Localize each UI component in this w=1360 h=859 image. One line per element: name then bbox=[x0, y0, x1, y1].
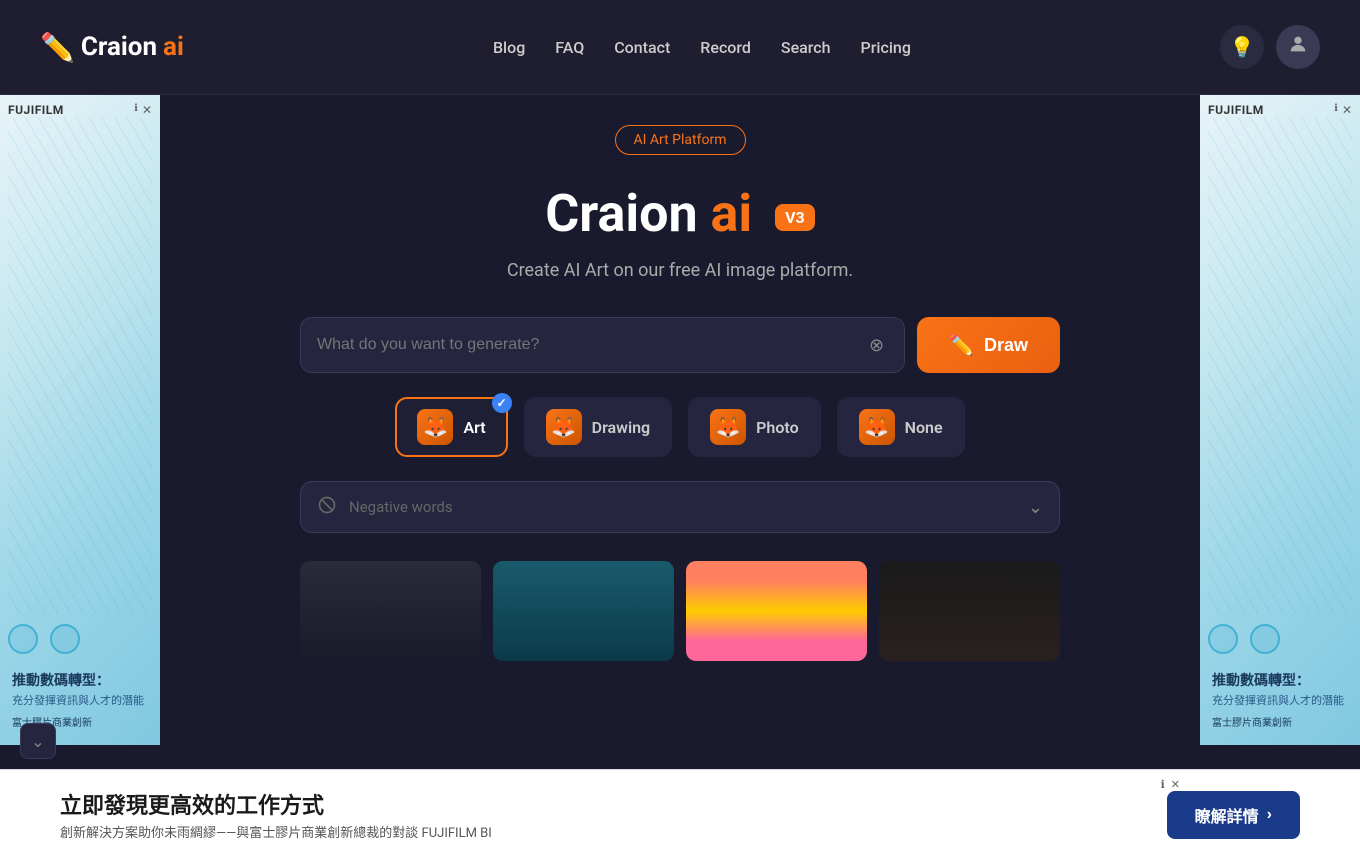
style-pills: 🦊 Art ✓ 🦊 Drawing 🦊 Photo 🦊 None bbox=[395, 397, 964, 457]
negative-expand-button[interactable]: ⌄ bbox=[1028, 497, 1043, 518]
none-icon: 🦊 bbox=[859, 409, 895, 445]
left-ad-panel: FUJIFILM ℹ ✕ 推動數碼轉型： 充分發揮資訊與人才的潛能 富士膠片商業… bbox=[0, 95, 160, 745]
nav-blog[interactable]: Blog bbox=[493, 38, 525, 57]
style-none[interactable]: 🦊 None bbox=[837, 397, 965, 457]
logo[interactable]: ✏️ Craion ai bbox=[40, 31, 184, 64]
chevron-down-icon: ⌄ bbox=[31, 732, 44, 751]
gallery-thumb-4[interactable] bbox=[879, 561, 1060, 661]
negative-words-row: Negative words ⌄ bbox=[300, 481, 1060, 533]
search-input-wrapper: ⊗ bbox=[300, 317, 905, 373]
art-check-badge: ✓ bbox=[492, 393, 512, 413]
left-ad-circle-1 bbox=[8, 624, 38, 654]
logo-text-craion: Craion bbox=[81, 32, 157, 62]
left-ad-brand: FUJIFILM bbox=[8, 103, 64, 117]
bottom-ad-cta-button[interactable]: 瞭解詳情 › bbox=[1167, 791, 1300, 839]
main-content: FUJIFILM ℹ ✕ 推動數碼轉型： 充分發揮資訊與人才的潛能 富士膠片商業… bbox=[0, 95, 1360, 745]
generate-input[interactable] bbox=[317, 336, 865, 354]
drawing-icon: 🦊 bbox=[546, 409, 582, 445]
style-none-label: None bbox=[905, 418, 943, 437]
right-ad-info-icon[interactable]: ℹ bbox=[1334, 103, 1338, 117]
nav-record[interactable]: Record bbox=[700, 38, 751, 57]
title-word-ai: ai bbox=[711, 183, 753, 244]
platform-badge: AI Art Platform bbox=[615, 125, 746, 155]
gallery-thumb-2[interactable] bbox=[493, 561, 674, 661]
style-photo-label: Photo bbox=[756, 418, 798, 437]
logo-text-ai: ai bbox=[163, 32, 184, 62]
left-ad-subtext: 充分發揮資訊與人才的潛能 bbox=[12, 694, 144, 708]
draw-button[interactable]: ✏️ Draw bbox=[917, 317, 1060, 373]
gallery-thumb-3[interactable] bbox=[686, 561, 867, 661]
left-ad-circle-2 bbox=[50, 624, 80, 654]
right-ad-headline: 推動數碼轉型： bbox=[1212, 672, 1344, 690]
left-ad-info-icon[interactable]: ℹ bbox=[134, 103, 138, 117]
user-icon bbox=[1287, 33, 1309, 61]
bottom-ad-cta-label: 瞭解詳情 bbox=[1195, 803, 1259, 827]
right-ad-close[interactable]: ✕ bbox=[1342, 103, 1352, 117]
logo-icon: ✏️ bbox=[40, 31, 75, 64]
bottom-ad-left: 立即發現更高效的工作方式 創新解決方案助你未雨綢繆——與富士膠片商業創新總裁的對… bbox=[60, 788, 1167, 841]
lightbulb-icon: 💡 bbox=[1230, 35, 1255, 60]
style-photo[interactable]: 🦊 Photo bbox=[688, 397, 820, 457]
clear-icon: ⊗ bbox=[869, 335, 884, 355]
photo-icon: 🦊 bbox=[710, 409, 746, 445]
nav-actions: 💡 bbox=[1220, 25, 1320, 69]
style-art-label: Art bbox=[463, 418, 485, 437]
hero-subtitle: Create AI Art on our free AI image platf… bbox=[507, 260, 853, 281]
left-ad-headline: 推動數碼轉型： bbox=[12, 672, 144, 690]
clear-input-button[interactable]: ⊗ bbox=[865, 331, 888, 360]
center-content: AI Art Platform Craion ai V3 Create AI A… bbox=[160, 95, 1200, 745]
right-ad-circle-2 bbox=[1250, 624, 1280, 654]
search-row: ⊗ ✏️ Draw bbox=[300, 317, 1060, 373]
negative-icon bbox=[317, 495, 337, 520]
bottom-ad-banner: ℹ ✕ 立即發現更高效的工作方式 創新解決方案助你未雨綢繆——與富士膠片商業創新… bbox=[0, 769, 1360, 859]
bottom-ad-info[interactable]: ℹ ✕ bbox=[1161, 778, 1180, 791]
nav-search[interactable]: Search bbox=[781, 38, 831, 57]
nav-faq[interactable]: FAQ bbox=[555, 38, 584, 57]
bottom-ad-subtext: 創新解決方案助你未雨綢繆——與富士膠片商業創新總裁的對談 FUJIFILM BI bbox=[60, 822, 1167, 841]
title-word-craion: Craion bbox=[545, 183, 697, 244]
version-badge: V3 bbox=[775, 204, 815, 231]
style-art[interactable]: 🦊 Art ✓ bbox=[395, 397, 507, 457]
scroll-down-button[interactable]: ⌄ bbox=[20, 723, 56, 759]
bottom-ad-headline: 立即發現更高效的工作方式 bbox=[60, 788, 1167, 820]
right-ad-subtext: 充分發揮資訊與人才的潛能 bbox=[1212, 694, 1344, 708]
left-ad-close[interactable]: ✕ bbox=[142, 103, 152, 117]
user-account-button[interactable] bbox=[1276, 25, 1320, 69]
chevron-down-icon: ⌄ bbox=[1028, 497, 1043, 517]
draw-button-label: Draw bbox=[984, 335, 1028, 356]
light-mode-button[interactable]: 💡 bbox=[1220, 25, 1264, 69]
pencil-icon: ✏️ bbox=[949, 333, 974, 358]
style-drawing[interactable]: 🦊 Drawing bbox=[524, 397, 673, 457]
ad-info-icon: ℹ bbox=[1161, 778, 1165, 791]
style-drawing-label: Drawing bbox=[592, 418, 651, 437]
negative-words-placeholder: Negative words bbox=[349, 498, 1016, 516]
gallery-thumb-1[interactable] bbox=[300, 561, 481, 661]
bottom-ad-cta-arrow: › bbox=[1267, 806, 1272, 824]
nav-pricing[interactable]: Pricing bbox=[861, 38, 911, 57]
ad-close-bottom[interactable]: ✕ bbox=[1171, 778, 1180, 791]
right-ad-tagline: 富士膠片商業創新 bbox=[1212, 714, 1344, 729]
art-icon: 🦊 bbox=[417, 409, 453, 445]
nav-links: Blog FAQ Contact Record Search Pricing bbox=[493, 38, 911, 57]
right-ad-circle-1 bbox=[1208, 624, 1238, 654]
image-grid bbox=[300, 561, 1060, 661]
right-ad-panel: FUJIFILM ℹ ✕ 推動數碼轉型： 充分發揮資訊與人才的潛能 富士膠片商業… bbox=[1200, 95, 1360, 745]
right-ad-brand: FUJIFILM bbox=[1208, 103, 1264, 117]
nav-contact[interactable]: Contact bbox=[614, 38, 670, 57]
hero-title: Craion ai V3 bbox=[545, 183, 814, 244]
navbar: ✏️ Craion ai Blog FAQ Contact Record Sea… bbox=[0, 0, 1360, 95]
